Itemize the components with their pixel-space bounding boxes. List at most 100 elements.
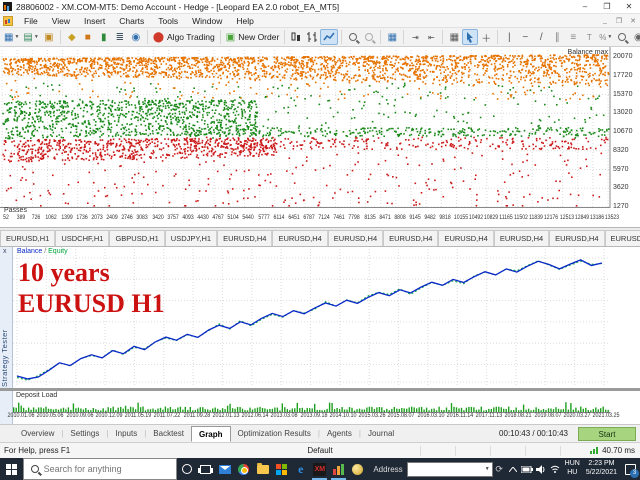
menu-window[interactable]: Window	[185, 14, 229, 28]
search-input[interactable]	[43, 464, 177, 474]
balance-equity-chart[interactable]: Balance / Equity 10 years EURUSD H1	[13, 247, 610, 388]
date-label: 2010.05.06	[36, 413, 64, 419]
menu-help[interactable]: Help	[229, 14, 260, 28]
tile-windows-button[interactable]: ▦	[384, 29, 400, 45]
candlestick-chart-button[interactable]	[288, 29, 304, 45]
market-watch-button[interactable]: ■	[80, 29, 96, 45]
terminal-button[interactable]: ◉	[128, 29, 144, 45]
edge-icon[interactable]: e	[291, 458, 310, 480]
close-button[interactable]: ✕	[618, 0, 640, 13]
profiles-button[interactable]: ▤ ▼	[21, 29, 40, 45]
navigator-button[interactable]: ≣	[112, 29, 128, 45]
symbol-tab[interactable]: USDJPY,H1	[164, 230, 218, 246]
symbol-tab[interactable]: EURUSD,H4	[272, 230, 328, 246]
menu-tools[interactable]: Tools	[151, 14, 185, 28]
ohlc-chart-button[interactable]	[304, 29, 320, 45]
algo-trading-button[interactable]: ⬤ Algo Trading	[151, 29, 217, 45]
notifications-icon[interactable]: ◉1	[630, 29, 640, 45]
mt5-taskbar-icon[interactable]	[329, 458, 348, 480]
mql5-icon[interactable]	[348, 458, 367, 480]
channel-tool[interactable]: ∥	[549, 29, 565, 45]
new-order-button[interactable]: ▣ New Order	[224, 29, 282, 45]
data-window-button[interactable]: ▮	[96, 29, 112, 45]
task-view-icon[interactable]	[196, 458, 215, 480]
address-dropdown-icon[interactable]: ▼	[485, 466, 492, 472]
symbols-button[interactable]: ◆	[64, 29, 80, 45]
clock[interactable]: 2:23 PM 5/22/2021	[583, 460, 620, 478]
cursor-tool-button[interactable]	[462, 29, 479, 45]
tester-tab-agents[interactable]: Agents	[320, 426, 359, 442]
zoom-out-icon[interactable]	[361, 29, 377, 45]
xm-app-icon[interactable]: XM	[310, 458, 329, 480]
date-label: 2015.08.07	[387, 413, 415, 419]
speaker-icon[interactable]	[534, 458, 548, 480]
network-icon[interactable]	[548, 458, 562, 480]
taskbar-search[interactable]	[22, 458, 178, 480]
vertical-line-tool[interactable]: |	[501, 29, 517, 45]
new-chart-button[interactable]: ▦ ▼	[2, 29, 21, 45]
history-center-button[interactable]: ▣	[41, 29, 57, 45]
date-label: 2016.11.14	[446, 413, 474, 419]
status-bar: For Help, press F1 Default 40.70 ms	[0, 442, 640, 458]
menu-insert[interactable]: Insert	[77, 14, 112, 28]
symbol-tab[interactable]: EURUSD,H4	[438, 230, 494, 246]
maximize-button[interactable]: ❐	[596, 0, 618, 13]
symbol-tab[interactable]: EURUSD,H4	[604, 230, 640, 246]
objects-dropdown[interactable]: % ▼	[597, 29, 614, 45]
auto-scroll-button[interactable]: ⇤	[423, 29, 439, 45]
menu-file[interactable]: File	[17, 14, 45, 28]
symbol-tab[interactable]: EURUSD,H4	[383, 230, 439, 246]
mdi-restore-button[interactable]: ❐	[612, 17, 626, 25]
grid-button[interactable]: ▦	[446, 29, 462, 45]
fibonacci-tool[interactable]: ≡	[565, 29, 581, 45]
tester-tab-graph[interactable]: Graph	[190, 425, 231, 442]
zoom-in-icon[interactable]	[345, 29, 361, 45]
language-indicator[interactable]: HUN HU	[562, 460, 583, 478]
date-label: 2015.03.26	[358, 413, 386, 419]
file-explorer-icon[interactable]	[253, 458, 272, 480]
mail-icon[interactable]	[215, 458, 234, 480]
battery-icon[interactable]	[520, 458, 534, 480]
start-button[interactable]: Start	[578, 426, 636, 441]
line-chart-button[interactable]	[320, 29, 339, 45]
tester-tab-inputs[interactable]: Inputs	[108, 426, 144, 442]
cortana-icon[interactable]	[177, 458, 196, 480]
tester-tab-overview[interactable]: Overview	[14, 426, 61, 442]
menu-charts[interactable]: Charts	[112, 14, 151, 28]
address-input[interactable]	[407, 462, 480, 476]
optimization-chart[interactable]: Balance max Passes 20070 17720 15370 13020 1…	[0, 47, 640, 228]
mdi-minimize-button[interactable]: _	[598, 17, 612, 25]
store-icon[interactable]	[272, 458, 291, 480]
tester-tab-backtest[interactable]: Backtest	[146, 426, 191, 442]
trendline-tool[interactable]: /	[533, 29, 549, 45]
mdi-close-button[interactable]: ✕	[626, 17, 640, 25]
tray-chevron-icon[interactable]	[506, 458, 520, 480]
crosshair-tool-button[interactable]: ＋	[478, 29, 494, 45]
minimize-button[interactable]: –	[574, 0, 596, 13]
windows-taskbar: e XM Address ▼ ⟳ HUNHU 2:23 PM5/22/2021 …	[0, 458, 640, 480]
tester-tab-optimization-results[interactable]: Optimization Results	[231, 426, 318, 442]
tester-tab-journal[interactable]: Journal	[361, 426, 401, 442]
deposit-load-chart[interactable]: Deposit Load	[13, 391, 610, 413]
chrome-icon[interactable]	[234, 458, 253, 480]
chart-shift-button[interactable]: ⇥	[407, 29, 423, 45]
horizontal-line-tool[interactable]: −	[517, 29, 533, 45]
symbol-tab[interactable]: EURUSD,H4	[549, 230, 605, 246]
text-tool[interactable]: T	[581, 29, 597, 45]
help-hint: For Help, press F1	[4, 446, 71, 455]
deposit-load-bars	[13, 402, 610, 413]
symbol-tab[interactable]: EURUSD,H4	[217, 230, 273, 246]
tester-tab-settings[interactable]: Settings	[63, 426, 106, 442]
symbol-tab[interactable]: USDCHF,H1	[55, 230, 110, 246]
symbol-tab[interactable]: GBPUSD,H1	[109, 230, 165, 246]
symbol-tab[interactable]: EURUSD,H4	[327, 230, 384, 246]
search-icon[interactable]	[614, 29, 630, 45]
start-menu-button[interactable]	[0, 458, 23, 480]
symbol-tab[interactable]: EURUSD,H4	[493, 230, 550, 246]
notification-center-icon[interactable]: 3	[620, 458, 640, 480]
chart-legend: Balance / Equity	[17, 248, 68, 255]
address-go-icon[interactable]: ⟳	[493, 462, 506, 477]
symbol-tab[interactable]: EURUSD,H1	[0, 230, 56, 246]
tester-close-icon[interactable]: x	[3, 248, 7, 255]
menu-view[interactable]: View	[45, 14, 77, 28]
